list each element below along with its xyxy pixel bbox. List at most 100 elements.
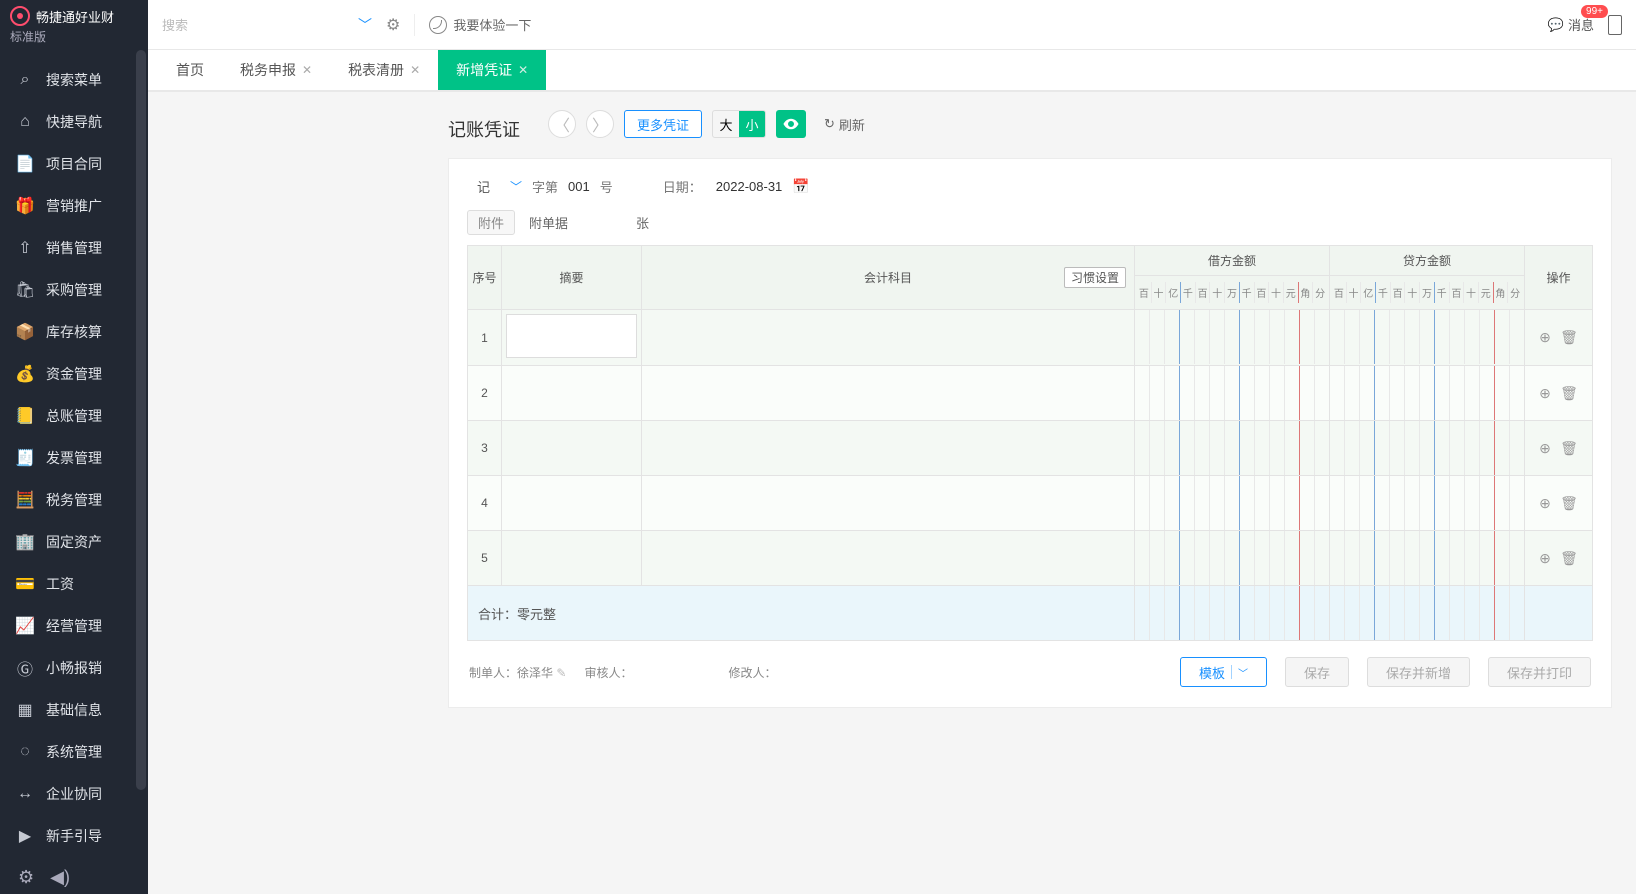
- close-icon[interactable]: ✕: [410, 63, 420, 77]
- preview-button[interactable]: [776, 110, 806, 138]
- debit-cell[interactable]: [1135, 310, 1330, 366]
- add-row-icon[interactable]: ⊕: [1539, 440, 1551, 456]
- sidebar-item-8[interactable]: 📒总账管理: [0, 395, 148, 437]
- notification-badge: 99+: [1581, 5, 1608, 18]
- credit-cell[interactable]: [1330, 310, 1525, 366]
- refresh-button[interactable]: ↻ 刷新: [824, 115, 865, 134]
- sidebar-item-5[interactable]: 🛍采购管理: [0, 269, 148, 311]
- summary-cell[interactable]: [502, 310, 642, 366]
- calendar-icon[interactable]: 📅: [792, 178, 809, 195]
- summary-cell[interactable]: [502, 421, 642, 476]
- sound-icon[interactable]: ◀): [50, 867, 70, 888]
- try-experience-button[interactable]: 我要体验一下: [429, 15, 531, 34]
- messages-button[interactable]: 💬 消息 99+: [1548, 15, 1594, 34]
- voucher-number[interactable]: 001: [568, 179, 590, 194]
- subject-cell[interactable]: [642, 310, 1135, 366]
- sidebar-item-4[interactable]: ⇧销售管理: [0, 227, 148, 269]
- size-small[interactable]: 小: [739, 111, 765, 137]
- close-icon[interactable]: ✕: [518, 63, 528, 77]
- subject-cell[interactable]: [642, 476, 1135, 531]
- summary-cell[interactable]: [502, 531, 642, 586]
- delete-row-icon[interactable]: 🗑: [1560, 550, 1578, 566]
- save-and-print-button[interactable]: 保存并打印: [1488, 657, 1591, 687]
- attach-doc-label: 附单据: [529, 213, 568, 232]
- phone-icon[interactable]: [1608, 15, 1622, 35]
- op-cell: ⊕ 🗑: [1525, 310, 1593, 366]
- subject-cell[interactable]: [642, 531, 1135, 586]
- template-label: 模板: [1199, 663, 1225, 682]
- sidebar-item-2[interactable]: 📄项目合同: [0, 143, 148, 185]
- sidebar-item-0[interactable]: ⌕搜索菜单: [0, 59, 148, 101]
- template-button[interactable]: 模板 ﹀: [1180, 657, 1267, 687]
- credit-cell[interactable]: [1330, 476, 1525, 531]
- sidebar-item-6[interactable]: 📦库存核算: [0, 311, 148, 353]
- delete-row-icon[interactable]: 🗑: [1560, 385, 1578, 401]
- save-and-new-button[interactable]: 保存并新增: [1367, 657, 1470, 687]
- tab-3[interactable]: 新增凭证✕: [438, 50, 546, 90]
- tab-2[interactable]: 税表清册✕: [330, 50, 438, 90]
- edit-icon[interactable]: ✎: [556, 666, 566, 680]
- search-placeholder: 搜索: [162, 15, 188, 34]
- debit-cell[interactable]: [1135, 476, 1330, 531]
- attachment-button[interactable]: 附件: [467, 210, 515, 235]
- close-icon[interactable]: ✕: [302, 63, 312, 77]
- sidebar-item-1[interactable]: ⌂快捷导航: [0, 101, 148, 143]
- chevron-down-icon[interactable]: ﹀: [510, 178, 522, 195]
- refresh-label: 刷新: [839, 115, 865, 134]
- sidebar-item-15[interactable]: ▦基础信息: [0, 689, 148, 731]
- habit-settings-button[interactable]: 习惯设置: [1064, 267, 1126, 288]
- delete-row-icon[interactable]: 🗑: [1560, 495, 1578, 511]
- add-row-icon[interactable]: ⊕: [1539, 329, 1551, 345]
- credit-cell[interactable]: [1330, 366, 1525, 421]
- summary-input[interactable]: [506, 314, 637, 358]
- sidebar-item-10[interactable]: 🧮税务管理: [0, 479, 148, 521]
- delete-row-icon[interactable]: 🗑: [1560, 329, 1578, 345]
- debit-cell[interactable]: [1135, 421, 1330, 476]
- op-cell: ⊕ 🗑: [1525, 421, 1593, 476]
- summary-cell[interactable]: [502, 476, 642, 531]
- save-button[interactable]: 保存: [1285, 657, 1349, 687]
- global-search[interactable]: 搜索 ﹀: [162, 10, 372, 40]
- sidebar-item-7[interactable]: 💰资金管理: [0, 353, 148, 395]
- sidebar-item-11[interactable]: 🏢固定资产: [0, 521, 148, 563]
- sidebar-item-13[interactable]: 📈经营管理: [0, 605, 148, 647]
- sidebar-scrollbar[interactable]: [136, 50, 146, 790]
- sidebar-item-18[interactable]: ▶新手引导: [0, 815, 148, 857]
- voucher-date[interactable]: 2022-08-31: [716, 179, 783, 194]
- voucher-row: 3 ⊕ 🗑: [468, 421, 1593, 476]
- size-big[interactable]: 大: [713, 111, 739, 137]
- sidebar-item-12[interactable]: 💳工资: [0, 563, 148, 605]
- voucher-word[interactable]: 记: [467, 175, 500, 198]
- sidebar-item-3[interactable]: 🎁营销推广: [0, 185, 148, 227]
- add-row-icon[interactable]: ⊕: [1539, 495, 1551, 511]
- chevron-down-icon[interactable]: ﹀: [358, 15, 372, 35]
- add-row-icon[interactable]: ⊕: [1539, 385, 1551, 401]
- debit-cell[interactable]: [1135, 531, 1330, 586]
- total-cell: 合计：零元整: [468, 586, 1135, 641]
- sidebar-item-17[interactable]: ↔企业协同: [0, 773, 148, 815]
- delete-row-icon[interactable]: 🗑: [1560, 440, 1578, 456]
- summary-cell[interactable]: [502, 366, 642, 421]
- salary-icon: 💳: [16, 575, 34, 593]
- prev-voucher-button[interactable]: 〈: [548, 110, 576, 138]
- tab-1[interactable]: 税务申报✕: [222, 50, 330, 90]
- subject-cell[interactable]: [642, 366, 1135, 421]
- sidebar-item-9[interactable]: 🧾发票管理: [0, 437, 148, 479]
- credit-cell[interactable]: [1330, 531, 1525, 586]
- sidebar-item-16[interactable]: ◌系统管理: [0, 731, 148, 773]
- sidebar-item-14[interactable]: Ⓖ小畅报销: [0, 647, 148, 689]
- debit-cell[interactable]: [1135, 366, 1330, 421]
- gear-icon[interactable]: ⚙: [18, 867, 34, 888]
- sidebar-menu: ⌕搜索菜单⌂快捷导航📄项目合同🎁营销推广⇧销售管理🛍采购管理📦库存核算💰资金管理…: [0, 53, 148, 857]
- next-voucher-button[interactable]: 〉: [586, 110, 614, 138]
- credit-cell[interactable]: [1330, 421, 1525, 476]
- add-row-icon[interactable]: ⊕: [1539, 550, 1551, 566]
- settings-icon[interactable]: ⚙: [386, 15, 400, 35]
- subject-cell[interactable]: [642, 421, 1135, 476]
- app-logo: 畅捷通好业财: [0, 0, 148, 28]
- page-toolbar: 记账凭证 〈 〉 更多凭证 大 小 ↻ 刷新: [148, 102, 1636, 146]
- voucher-row: 4 ⊕ 🗑: [468, 476, 1593, 531]
- tab-0[interactable]: 首页: [158, 50, 222, 90]
- more-voucher-button[interactable]: 更多凭证: [624, 110, 702, 138]
- total-row: 合计：零元整: [468, 586, 1593, 641]
